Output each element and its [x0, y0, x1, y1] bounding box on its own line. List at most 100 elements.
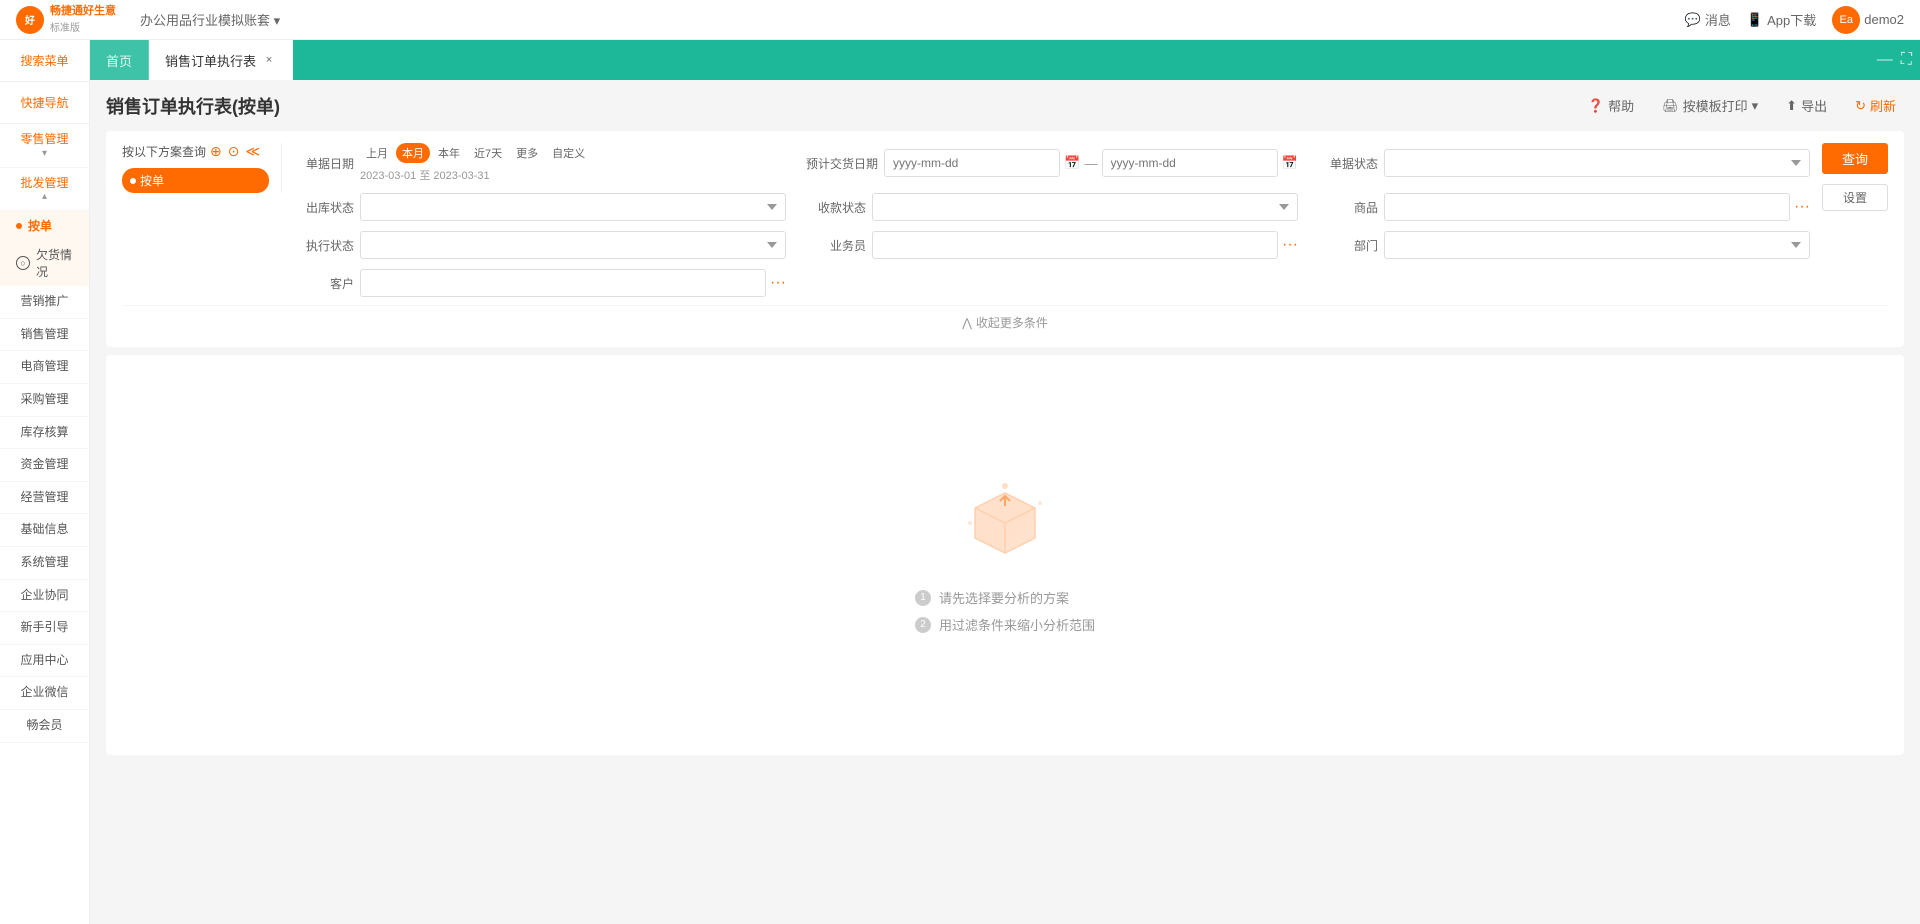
top-bar-right: 💬 消息 📱 App下载 Ea demo2 [1685, 6, 1904, 34]
salesperson-input[interactable] [872, 231, 1278, 259]
message-icon: 💬 [1685, 12, 1701, 28]
date-btn-7days[interactable]: 近7天 [468, 143, 508, 163]
content-area: 首页 销售订单执行表 × — ⛶ 销售订单执行表(按单) ❓ 帮助 [90, 40, 1920, 924]
sidebar-item-appcenter[interactable]: 应用中心 [0, 645, 89, 678]
active-dot-icon [16, 223, 22, 229]
print-dropdown-icon: ▾ [1752, 98, 1759, 114]
search-menu-btn[interactable]: 搜索菜单 [6, 48, 83, 73]
filter-field-date: 单据日期 上月 本月 本年 近7天 更多 自定义 [294, 143, 786, 183]
sidebar-item-wholesale[interactable]: 批发管理 ▴ [0, 168, 89, 212]
expected-date-to[interactable] [1102, 149, 1278, 177]
sidebar-item-base[interactable]: 基础信息 [0, 514, 89, 547]
date-btn-this-month[interactable]: 本月 [396, 143, 430, 163]
chevron-up-icon: ▴ [42, 191, 47, 202]
scheme-actions: ⊕ ⊙ ≪ [210, 143, 260, 160]
date-btn-this-year[interactable]: 本年 [432, 143, 466, 163]
collapse-filter-btn[interactable]: ⋀ 收起更多条件 [122, 305, 1888, 335]
sidebar-item-sales[interactable]: 销售管理 [0, 319, 89, 352]
sidebar-item-enterprise[interactable]: 企业协同 [0, 580, 89, 613]
circle-icon: ○ [16, 256, 30, 270]
query-btn[interactable]: 查询 [1822, 143, 1888, 174]
filter-field-customer: 客户 ··· [294, 269, 786, 297]
collapse-scheme-btn[interactable]: ≪ [245, 143, 260, 160]
tab-maximize-btn[interactable]: ⛶ [1901, 51, 1912, 69]
calendar-from-icon[interactable]: 📅 [1064, 155, 1080, 171]
help-icon: ❓ [1588, 98, 1604, 114]
empty-state: 1 请先选择要分析的方案 2 用过滤条件来缩小分析范围 [915, 408, 1095, 702]
dept-label: 部门 [1318, 237, 1378, 254]
sidebar-item-ecommerce[interactable]: 电商管理 [0, 351, 89, 384]
sidebar-item-marketing[interactable]: 营销推广 [0, 286, 89, 319]
tab-minimize-btn[interactable]: — [1877, 51, 1893, 69]
expected-date-from[interactable] [884, 149, 1060, 177]
sidebar-item-newbie[interactable]: 新手引导 [0, 612, 89, 645]
date-btn-custom[interactable]: 自定义 [546, 143, 591, 163]
status-select[interactable] [1384, 149, 1810, 177]
main-layout: 搜索菜单 快捷导航 零售管理 ▾ 批发管理 ▴ 按单 ○ 欠货情况 营销推广 [0, 40, 1920, 924]
page-content: 销售订单执行表(按单) ❓ 帮助 🖨 按模板打印 ▾ ⬆ 导出 [90, 80, 1920, 924]
settings-scheme-icon[interactable]: ⊙ [228, 143, 240, 160]
date-btn-last-month[interactable]: 上月 [360, 143, 394, 163]
download-icon: 📱 [1747, 12, 1763, 28]
export-icon: ⬆ [1786, 98, 1797, 114]
exec-select[interactable] [360, 231, 786, 259]
dept-select[interactable] [1384, 231, 1810, 259]
scheme-dot-icon [130, 178, 136, 184]
date-btn-more[interactable]: 更多 [510, 143, 544, 163]
page-header: 销售订单执行表(按单) ❓ 帮助 🖨 按模板打印 ▾ ⬆ 导出 [106, 92, 1904, 119]
sidebar-item-operations[interactable]: 经营管理 [0, 482, 89, 515]
logo-title: 畅捷通好生意 [50, 5, 116, 18]
tabs-bar: 首页 销售订单执行表 × — ⛶ [90, 40, 1920, 80]
add-scheme-btn[interactable]: ⊕ [210, 143, 222, 160]
filter-main-row: 按以下方案查询 ⊕ ⊙ ≪ 按单 [122, 143, 1888, 297]
sidebar-item-finance[interactable]: 资金管理 [0, 449, 89, 482]
goods-label: 商品 [1318, 199, 1378, 216]
sidebar-item-wechat[interactable]: 企业微信 [0, 677, 89, 710]
sidebar-item-retail[interactable]: 零售管理 ▾ [0, 124, 89, 168]
message-btn[interactable]: 💬 消息 [1685, 10, 1731, 29]
submenu-item-order[interactable]: 按单 [0, 211, 89, 240]
customer-input[interactable] [360, 269, 766, 297]
empty-step-2: 2 用过滤条件来缩小分析范围 [915, 615, 1095, 634]
user-area[interactable]: Ea demo2 [1832, 6, 1904, 34]
date-quick-tabs: 上月 本月 本年 近7天 更多 自定义 [360, 143, 786, 163]
filter-row-3: 执行状态 业务员 ··· [294, 231, 1810, 259]
app-download-btn[interactable]: 📱 App下载 [1747, 10, 1816, 29]
filter-field-exec: 执行状态 [294, 231, 786, 259]
sidebar-item-system[interactable]: 系统管理 [0, 547, 89, 580]
collapse-icon: ⋀ [962, 316, 972, 330]
tab-close-btn[interactable]: × [262, 53, 276, 67]
quick-nav-btn[interactable]: 快捷导航 [0, 88, 89, 117]
shipment-select[interactable] [360, 193, 786, 221]
customer-more-btn[interactable]: ··· [770, 274, 786, 292]
filter-field-shipment: 出库状态 [294, 193, 786, 221]
export-btn[interactable]: ⬆ 导出 [1778, 92, 1835, 119]
print-btn[interactable]: 🖨 按模板打印 ▾ [1654, 92, 1766, 119]
empty-step-1: 1 请先选择要分析的方案 [915, 588, 1095, 607]
submenu-item-shortage[interactable]: ○ 欠货情况 [0, 240, 89, 286]
filter-field-expected-date: 预计交货日期 📅 — 📅 [806, 149, 1298, 177]
empty-illustration [955, 468, 1055, 568]
filter-row-2: 出库状态 收款状态 [294, 193, 1810, 221]
tab-home[interactable]: 首页 [90, 40, 149, 80]
sidebar-item-purchase[interactable]: 采购管理 [0, 384, 89, 417]
goods-more-btn[interactable]: ··· [1794, 198, 1810, 216]
receipt-select[interactable] [872, 193, 1298, 221]
salesperson-more-btn[interactable]: ··· [1282, 236, 1298, 254]
date-range-inputs: 📅 — 📅 [884, 149, 1298, 177]
sidebar-item-members[interactable]: 畅会员 [0, 710, 89, 743]
scheme-item-order[interactable]: 按单 [122, 168, 269, 193]
help-btn[interactable]: ❓ 帮助 [1580, 92, 1642, 119]
tab-sales-order[interactable]: 销售订单执行表 × [149, 40, 293, 80]
data-area: 1 请先选择要分析的方案 2 用过滤条件来缩小分析范围 [106, 355, 1904, 755]
workspace-title[interactable]: 办公用品行业模拟账套 ▾ [140, 10, 280, 29]
goods-input[interactable] [1384, 193, 1790, 221]
calendar-to-icon[interactable]: 📅 [1282, 155, 1298, 171]
refresh-btn[interactable]: ↻ 刷新 [1847, 92, 1904, 119]
page-title: 销售订单执行表(按单) [106, 93, 280, 119]
settings-btn[interactable]: 设置 [1822, 184, 1888, 211]
sidebar-item-inventory[interactable]: 库存核算 [0, 417, 89, 450]
salesperson-label: 业务员 [806, 237, 866, 254]
chevron-down-icon: ▾ [42, 148, 47, 159]
step-number-1: 1 [915, 590, 931, 606]
